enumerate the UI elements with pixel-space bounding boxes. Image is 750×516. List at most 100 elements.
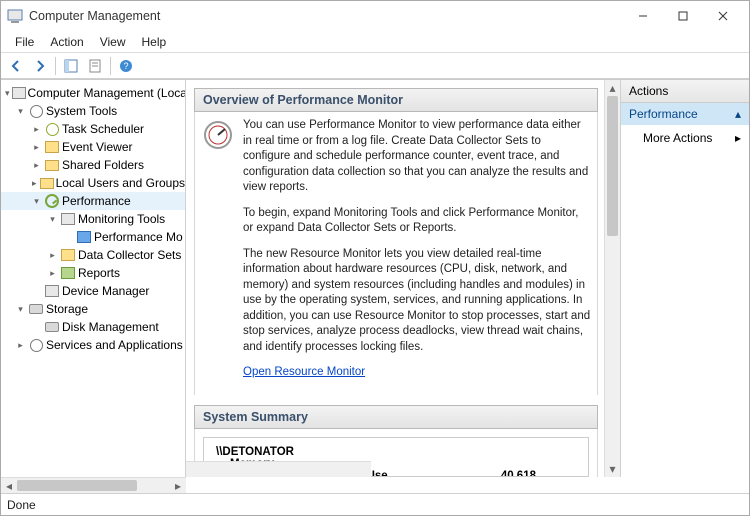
tree-local-users[interactable]: ▸ Local Users and Groups bbox=[1, 174, 185, 192]
tree-label: Device Manager bbox=[62, 284, 149, 298]
event-icon bbox=[44, 139, 60, 155]
overview-panel: Overview of Performance Monitor You can … bbox=[194, 88, 598, 395]
tree-monitoring-tools[interactable]: ▾ Monitoring Tools bbox=[1, 210, 185, 228]
tools-icon bbox=[28, 103, 44, 119]
more-actions-label: More Actions bbox=[643, 131, 712, 145]
svg-text:?: ? bbox=[123, 61, 128, 71]
chart-icon bbox=[76, 229, 92, 245]
collapse-icon[interactable]: ▾ bbox=[15, 304, 26, 315]
tree-system-tools[interactable]: ▾ System Tools bbox=[1, 102, 185, 120]
reports-icon bbox=[60, 265, 76, 281]
tree-label: Local Users and Groups bbox=[56, 176, 185, 190]
collapse-icon[interactable]: ▾ bbox=[47, 214, 58, 225]
storage-icon bbox=[28, 301, 44, 317]
tree-event-viewer[interactable]: ▸ Event Viewer bbox=[1, 138, 185, 156]
disk-icon bbox=[44, 319, 60, 335]
summary-host: \\DETONATOR bbox=[216, 446, 416, 458]
expand-icon[interactable]: ▸ bbox=[15, 340, 26, 351]
submenu-arrow-icon: ▸ bbox=[735, 131, 741, 145]
tree-label: System Tools bbox=[46, 104, 117, 118]
close-button[interactable] bbox=[703, 2, 743, 30]
scroll-up-icon[interactable]: ▴ bbox=[605, 80, 620, 96]
expand-icon[interactable]: ▸ bbox=[31, 178, 38, 189]
tree-task-scheduler[interactable]: ▸ Task Scheduler bbox=[1, 120, 185, 138]
scroll-track[interactable] bbox=[605, 96, 620, 461]
nav-tree[interactable]: ▾ Computer Management (Local ▾ System To… bbox=[1, 80, 186, 477]
summary-header: System Summary bbox=[194, 405, 598, 429]
tree-label: Services and Applications bbox=[46, 338, 183, 352]
horizontal-scrollbar-tree[interactable]: ◂ ▸ bbox=[1, 477, 186, 493]
hscroll-track[interactable] bbox=[17, 478, 170, 493]
menubar: File Action View Help bbox=[1, 31, 749, 53]
collapse-icon[interactable]: ▾ bbox=[31, 196, 42, 207]
tree-shared-folders[interactable]: ▸ Shared Folders bbox=[1, 156, 185, 174]
tree-label: Disk Management bbox=[62, 320, 159, 334]
show-hide-tree-button[interactable] bbox=[60, 55, 82, 77]
hscroll-thumb[interactable] bbox=[17, 480, 137, 491]
actions-category[interactable]: Performance ▴ bbox=[621, 103, 749, 125]
scroll-thumb[interactable] bbox=[607, 96, 618, 236]
window-controls bbox=[623, 2, 743, 30]
vertical-scrollbar[interactable]: ▴ ▾ bbox=[604, 80, 620, 477]
collapse-arrow-icon: ▴ bbox=[735, 107, 741, 121]
expand-icon[interactable]: ▸ bbox=[47, 250, 58, 261]
help-button[interactable]: ? bbox=[115, 55, 137, 77]
expand-placeholder bbox=[31, 322, 42, 333]
window-title: Computer Management bbox=[29, 9, 623, 23]
actions-category-label: Performance bbox=[629, 107, 698, 121]
gauge-icon bbox=[203, 120, 233, 391]
open-resource-monitor-link[interactable]: Open Resource Monitor bbox=[243, 366, 365, 378]
tree-device-manager[interactable]: Device Manager bbox=[1, 282, 185, 300]
collapse-icon[interactable]: ▾ bbox=[5, 88, 10, 99]
collector-icon bbox=[60, 247, 76, 263]
overview-header: Overview of Performance Monitor bbox=[194, 88, 598, 112]
status-text: Done bbox=[7, 498, 36, 512]
tree-root-label: Computer Management (Local bbox=[28, 86, 186, 100]
forward-button[interactable] bbox=[29, 55, 51, 77]
titlebar: Computer Management bbox=[1, 1, 749, 31]
overview-p1: You can use Performance Monitor to view … bbox=[243, 118, 591, 196]
tree-reports[interactable]: ▸ Reports bbox=[1, 264, 185, 282]
menu-file[interactable]: File bbox=[7, 33, 42, 51]
toolbar-sep bbox=[55, 57, 56, 75]
expand-icon[interactable]: ▸ bbox=[31, 160, 42, 171]
expand-icon[interactable]: ▸ bbox=[47, 268, 58, 279]
tree-label: Performance bbox=[62, 194, 131, 208]
tree-label: Monitoring Tools bbox=[78, 212, 165, 226]
status-bar: Done bbox=[1, 493, 749, 515]
mem-v0: 40.618 bbox=[416, 470, 566, 477]
scroll-left-icon[interactable]: ◂ bbox=[1, 478, 17, 493]
overview-p3: The new Resource Monitor lets you view d… bbox=[243, 247, 591, 356]
tree-services-apps[interactable]: ▸ Services and Applications bbox=[1, 336, 185, 354]
menu-action[interactable]: Action bbox=[42, 33, 91, 51]
tree-data-collector-sets[interactable]: ▸ Data Collector Sets bbox=[1, 246, 185, 264]
expand-icon[interactable]: ▸ bbox=[31, 142, 42, 153]
monitor-icon bbox=[60, 211, 76, 227]
back-button[interactable] bbox=[5, 55, 27, 77]
tree-root[interactable]: ▾ Computer Management (Local bbox=[1, 84, 185, 102]
minimize-button[interactable] bbox=[623, 2, 663, 30]
maximize-button[interactable] bbox=[663, 2, 703, 30]
tree-label: Task Scheduler bbox=[62, 122, 144, 136]
tree-label: Event Viewer bbox=[62, 140, 132, 154]
tree-performance[interactable]: ▾ Performance bbox=[1, 192, 185, 210]
scroll-right-icon[interactable]: ▸ bbox=[170, 478, 186, 493]
collapse-icon[interactable]: ▾ bbox=[15, 106, 26, 117]
actions-more[interactable]: More Actions ▸ bbox=[621, 125, 749, 151]
tree-horizontal-scrollbar[interactable] bbox=[186, 461, 371, 477]
window-root: Computer Management File Action View Hel… bbox=[0, 0, 750, 516]
services-icon bbox=[28, 337, 44, 353]
folder-icon bbox=[44, 157, 60, 173]
expand-icon[interactable]: ▸ bbox=[31, 124, 42, 135]
menu-help[interactable]: Help bbox=[134, 33, 175, 51]
menu-view[interactable]: View bbox=[92, 33, 134, 51]
tree-disk-management[interactable]: Disk Management bbox=[1, 318, 185, 336]
scroll-down-icon[interactable]: ▾ bbox=[605, 461, 620, 477]
tree-performance-monitor[interactable]: Performance Mo bbox=[1, 228, 185, 246]
tree-storage[interactable]: ▾ Storage bbox=[1, 300, 185, 318]
center-pane: Overview of Performance Monitor You can … bbox=[186, 80, 621, 477]
properties-button[interactable] bbox=[84, 55, 106, 77]
actions-pane: Actions Performance ▴ More Actions ▸ bbox=[621, 80, 749, 477]
overview-p2: To begin, expand Monitoring Tools and cl… bbox=[243, 206, 591, 237]
tree-label: Reports bbox=[78, 266, 120, 280]
